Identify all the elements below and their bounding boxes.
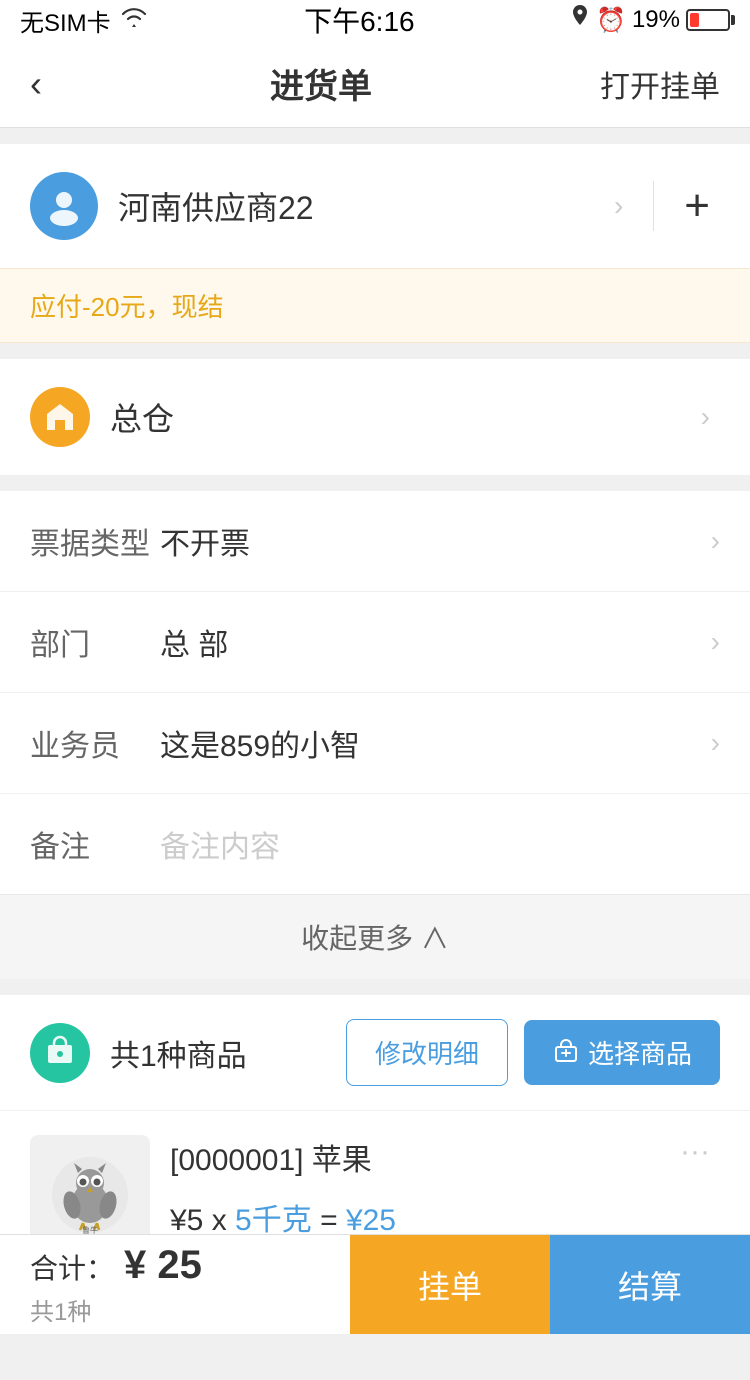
checkout-label: 结算 <box>618 1262 682 1308</box>
hold-button[interactable]: 挂单 <box>350 1235 550 1334</box>
footer-total-main: 合计： ¥ 25 <box>30 1243 320 1288</box>
dept-chevron-icon: › <box>711 626 720 658</box>
form-section: 票据类型 不开票 › 部门 总 部 › 业务员 这是859的小智 › 备注 备注… <box>0 491 750 894</box>
remark-label: 备注 <box>30 822 160 866</box>
supplier-avatar <box>30 172 98 240</box>
supplier-row[interactable]: 河南供应商22 › + <box>0 144 750 268</box>
invoice-row[interactable]: 票据类型 不开票 › <box>0 491 750 592</box>
wifi-icon <box>119 6 149 35</box>
sales-label: 业务员 <box>30 721 160 765</box>
footer-total: 合计： ¥ 25 共1种 <box>0 1243 350 1327</box>
footer-count: 共1种 <box>30 1292 320 1327</box>
warehouse-icon <box>30 387 90 447</box>
sales-chevron-icon: › <box>711 727 720 759</box>
sales-value: 这是859的小智 <box>160 721 711 765</box>
invoice-label: 票据类型 <box>30 519 160 563</box>
remark-input[interactable]: 备注内容 <box>160 822 720 866</box>
open-hold-button[interactable]: 打开挂单 <box>600 62 720 106</box>
select-product-button[interactable]: 选择商品 <box>524 1020 720 1085</box>
status-left: 无SIM卡 <box>20 3 149 38</box>
location-icon <box>570 5 590 36</box>
warehouse-row[interactable]: 总仓 › <box>0 359 750 475</box>
dept-value: 总 部 <box>160 620 711 664</box>
product-name: [0000001] 苹果 <box>170 1135 670 1179</box>
invoice-chevron-icon: › <box>711 525 720 557</box>
warehouse-section[interactable]: 总仓 › <box>0 359 750 475</box>
status-time: 下午6:16 <box>304 0 415 40</box>
page-title: 进货单 <box>270 59 372 108</box>
product-code: [0000001] 苹果 <box>170 1144 372 1177</box>
status-bar: 无SIM卡 下午6:16 ⏰ 19% <box>0 0 750 40</box>
sales-row[interactable]: 业务员 这是859的小智 › <box>0 693 750 794</box>
add-supplier-button[interactable]: + <box>674 181 720 231</box>
cart-icon <box>552 1039 580 1067</box>
products-header: 共1种商品 修改明细 选择商品 <box>0 995 750 1111</box>
back-button[interactable]: ‹ <box>30 63 42 105</box>
hold-label: 挂单 <box>418 1262 482 1308</box>
checkout-button[interactable]: 结算 <box>550 1235 750 1334</box>
supplier-chevron-icon: › <box>614 190 623 222</box>
remark-row[interactable]: 备注 备注内容 <box>0 794 750 894</box>
supplier-section: 河南供应商22 › + 应付-20元，现结 <box>0 144 750 343</box>
product-info: [0000001] 苹果 ¥5 x 5千克 = ¥25 <box>170 1135 670 1239</box>
carrier-text: 无SIM卡 <box>20 3 111 38</box>
battery-percent: 19% <box>632 6 680 34</box>
select-product-label: 选择商品 <box>588 1034 692 1071</box>
product-image: 鲁牛 <box>50 1155 130 1235</box>
product-total: ¥25 <box>346 1204 396 1237</box>
edit-details-button[interactable]: 修改明细 <box>346 1019 508 1086</box>
status-right: ⏰ 19% <box>570 5 730 36</box>
supplier-divider <box>653 181 654 231</box>
products-icon <box>30 1023 90 1083</box>
product-price: ¥5 x 5千克 = ¥25 <box>170 1195 670 1239</box>
total-label: 合计： <box>30 1247 114 1287</box>
product-more-button[interactable]: ··· <box>670 1135 720 1169</box>
warehouse-name: 总仓 <box>110 394 701 440</box>
total-amount: ¥ 25 <box>124 1243 202 1288</box>
alarm-icon: ⏰ <box>596 6 626 35</box>
supplier-name: 河南供应商22 <box>118 183 614 229</box>
nav-bar: ‹ 进货单 打开挂单 <box>0 40 750 128</box>
warehouse-chevron-icon: › <box>701 401 710 433</box>
collapse-row[interactable]: 收起更多 ∧ <box>0 894 750 979</box>
footer-bar: 合计： ¥ 25 共1种 挂单 结算 <box>0 1234 750 1334</box>
product-qty: 5千克 <box>235 1204 312 1237</box>
supplier-warning: 应付-20元，现结 <box>0 268 750 343</box>
battery-fill <box>690 13 699 27</box>
dept-row[interactable]: 部门 总 部 › <box>0 592 750 693</box>
dept-label: 部门 <box>30 620 160 664</box>
battery-icon <box>686 9 730 31</box>
products-count: 共1种商品 <box>110 1031 346 1075</box>
invoice-value: 不开票 <box>160 519 711 563</box>
